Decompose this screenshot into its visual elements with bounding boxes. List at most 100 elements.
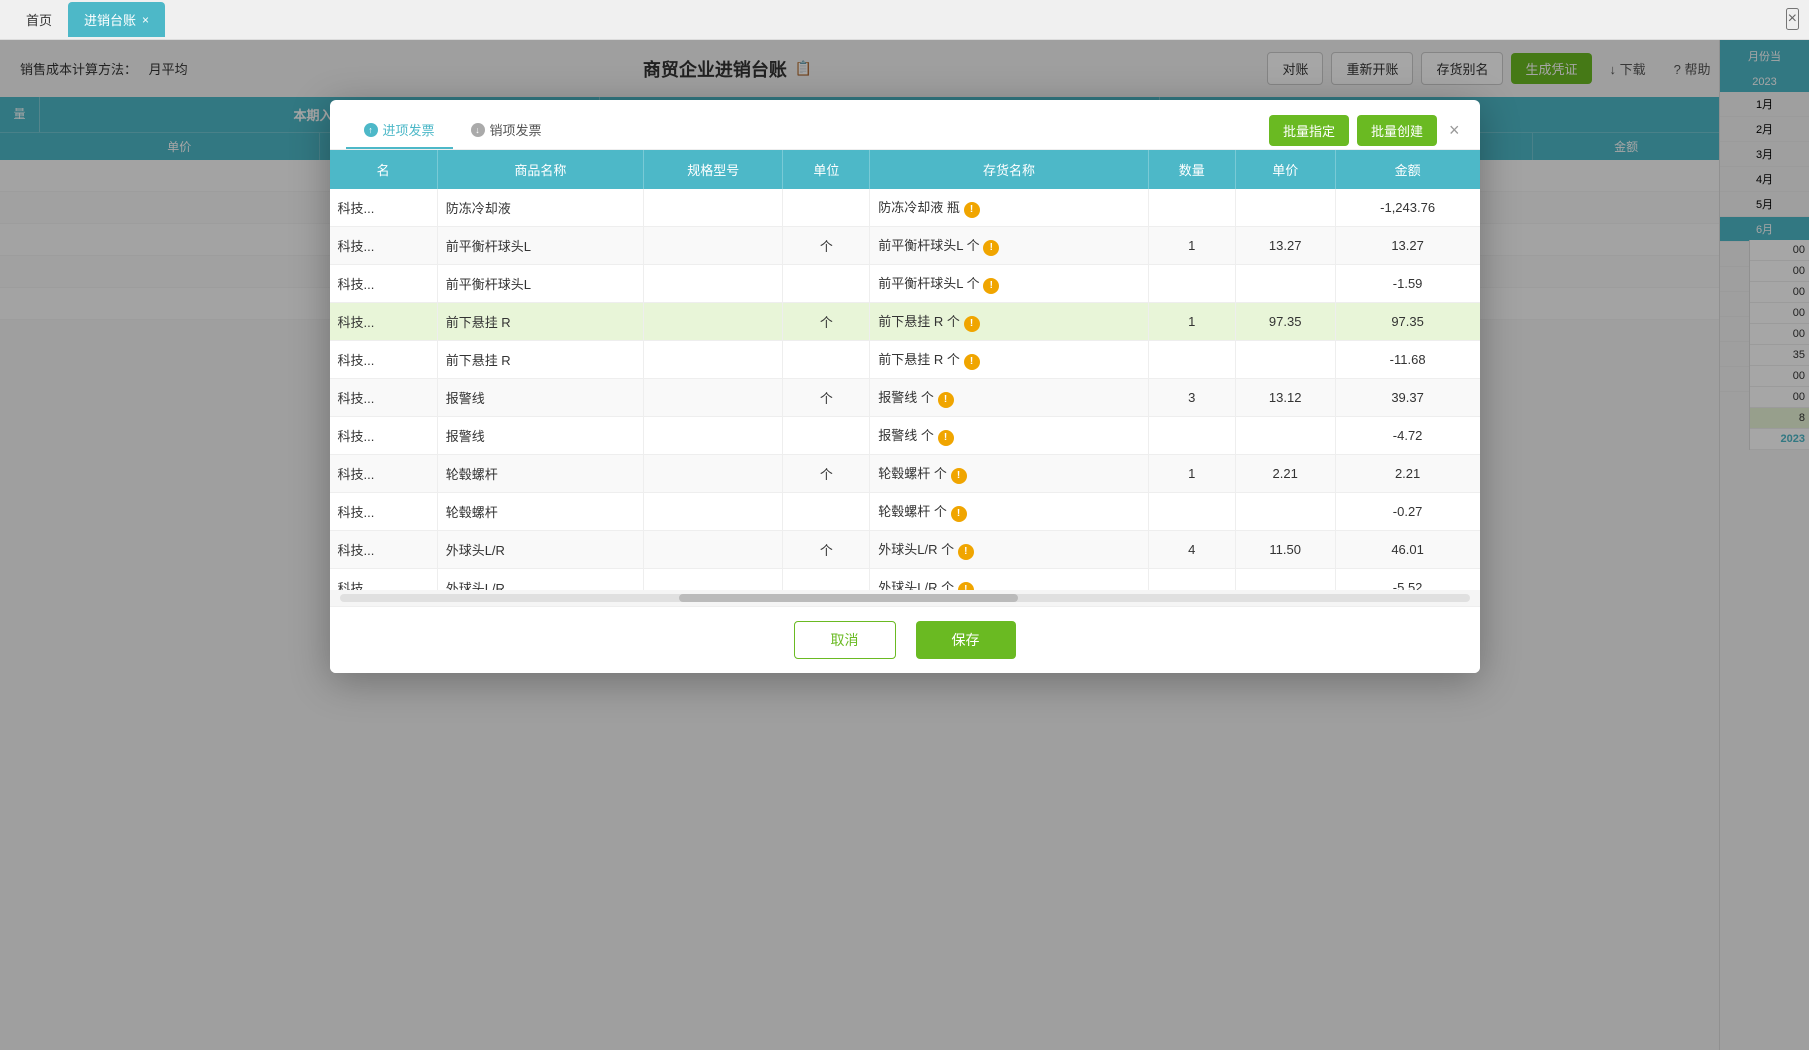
cell-product-name: 轮毂螺杆 (437, 455, 643, 493)
warning-icon: ! (964, 316, 980, 332)
cell-qty: 1 (1148, 303, 1235, 341)
cell-spec (644, 189, 783, 227)
cell-amount: 39.37 (1335, 379, 1479, 417)
col-product-name: 商品名称 (437, 150, 643, 189)
cell-price: 97.35 (1235, 303, 1335, 341)
cell-spec (644, 379, 783, 417)
cell-amount: -11.68 (1335, 341, 1479, 379)
col-name: 名 (330, 150, 438, 189)
cell-name: 科技... (330, 455, 438, 493)
cell-price (1235, 189, 1335, 227)
modal-tab-group: ↑ 进项发票 ↓ 销项发票 (346, 112, 560, 149)
cell-unit (783, 189, 870, 227)
table-row: 科技... 报警线 个 报警线 个 ! 3 13.12 39.37 (330, 379, 1480, 417)
cell-product-name: 防冻冷却液 (437, 189, 643, 227)
tab-incoming-invoice[interactable]: ↑ 进项发票 (346, 112, 453, 149)
cell-spec (644, 341, 783, 379)
table-row: 科技... 外球头L/R 外球头L/R 个 ! -5.52 (330, 569, 1480, 591)
cell-price (1235, 265, 1335, 303)
table-row: 科技... 外球头L/R 个 外球头L/R 个 ! 4 11.50 46.01 (330, 531, 1480, 569)
batch-assign-button[interactable]: 批量指定 (1269, 115, 1349, 146)
warning-icon: ! (983, 240, 999, 256)
tab-close-icon[interactable]: × (142, 13, 149, 27)
cell-qty: 4 (1148, 531, 1235, 569)
cell-amount: -4.72 (1335, 417, 1479, 455)
cell-price: 2.21 (1235, 455, 1335, 493)
cell-unit (783, 341, 870, 379)
cancel-button[interactable]: 取消 (794, 621, 896, 659)
cell-inventory-name: 轮毂螺杆 个 ! (870, 493, 1149, 531)
cell-amount: -0.27 (1335, 493, 1479, 531)
cell-inventory-name: 前下悬挂 R 个 ! (870, 303, 1149, 341)
table-row: 科技... 前平衡杆球头L 个 前平衡杆球头L 个 ! 1 13.27 13.2… (330, 227, 1480, 265)
cell-unit: 个 (783, 227, 870, 265)
modal-table-wrapper: 名 商品名称 规格型号 单位 存货名称 数量 单价 金额 科技... 防冻冷却液 (330, 150, 1480, 590)
cell-unit: 个 (783, 531, 870, 569)
cell-amount: -5.52 (1335, 569, 1479, 591)
cell-amount: 97.35 (1335, 303, 1479, 341)
modal-close-button[interactable]: × (1445, 120, 1464, 141)
warning-icon: ! (938, 430, 954, 446)
modal-overlay: ↑ 进项发票 ↓ 销项发票 批量指定 批量创建 × (0, 40, 1809, 1050)
cell-name: 科技... (330, 265, 438, 303)
cell-unit (783, 493, 870, 531)
warning-icon: ! (958, 544, 974, 560)
cell-amount: 46.01 (1335, 531, 1479, 569)
cell-product-name: 前下悬挂 R (437, 341, 643, 379)
cell-inventory-name: 外球头L/R 个 ! (870, 531, 1149, 569)
cell-price: 13.12 (1235, 379, 1335, 417)
cell-qty: 1 (1148, 227, 1235, 265)
window-close-button[interactable]: × (1786, 8, 1799, 30)
col-inventory-name: 存货名称 (870, 150, 1149, 189)
cell-qty: 1 (1148, 455, 1235, 493)
tab-home[interactable]: 首页 (10, 2, 68, 37)
cell-price: 13.27 (1235, 227, 1335, 265)
cell-product-name: 外球头L/R (437, 569, 643, 591)
invoice-modal: ↑ 进项发票 ↓ 销项发票 批量指定 批量创建 × (330, 100, 1480, 673)
cell-spec (644, 417, 783, 455)
cell-inventory-name: 报警线 个 ! (870, 379, 1149, 417)
warning-icon: ! (951, 468, 967, 484)
outgoing-tab-icon: ↓ (471, 123, 485, 137)
cell-name: 科技... (330, 569, 438, 591)
table-row: 科技... 前下悬挂 R 个 前下悬挂 R 个 ! 1 97.35 97.35 (330, 303, 1480, 341)
save-button[interactable]: 保存 (916, 621, 1016, 659)
warning-icon: ! (938, 392, 954, 408)
cell-spec (644, 531, 783, 569)
cell-spec (644, 493, 783, 531)
cell-unit: 个 (783, 303, 870, 341)
cell-qty: 3 (1148, 379, 1235, 417)
modal-scrollbar[interactable] (330, 590, 1480, 606)
batch-create-button[interactable]: 批量创建 (1357, 115, 1437, 146)
incoming-tab-icon: ↑ (364, 123, 378, 137)
cell-unit (783, 417, 870, 455)
cell-price (1235, 569, 1335, 591)
cell-inventory-name: 轮毂螺杆 个 ! (870, 455, 1149, 493)
cell-spec (644, 265, 783, 303)
warning-icon: ! (983, 278, 999, 294)
warning-icon: ! (958, 582, 974, 590)
cell-name: 科技... (330, 189, 438, 227)
cell-unit (783, 265, 870, 303)
cell-name: 科技... (330, 493, 438, 531)
cell-price (1235, 417, 1335, 455)
col-price: 单价 (1235, 150, 1335, 189)
cell-spec (644, 455, 783, 493)
table-row: 科技... 前平衡杆球头L 前平衡杆球头L 个 ! -1.59 (330, 265, 1480, 303)
col-unit: 单位 (783, 150, 870, 189)
cell-product-name: 外球头L/R (437, 531, 643, 569)
warning-icon: ! (951, 506, 967, 522)
cell-qty (1148, 493, 1235, 531)
tab-outgoing-invoice[interactable]: ↓ 销项发票 (453, 112, 560, 149)
cell-amount: -1.59 (1335, 265, 1479, 303)
cell-name: 科技... (330, 379, 438, 417)
tab-ledger[interactable]: 进销台账 × (68, 2, 165, 37)
cell-inventory-name: 外球头L/R 个 ! (870, 569, 1149, 591)
cell-product-name: 报警线 (437, 379, 643, 417)
modal-footer: 取消 保存 (330, 606, 1480, 673)
table-row: 科技... 防冻冷却液 防冻冷却液 瓶 ! -1,243.76 (330, 189, 1480, 227)
cell-inventory-name: 前平衡杆球头L 个 ! (870, 227, 1149, 265)
cell-qty (1148, 417, 1235, 455)
cell-price (1235, 341, 1335, 379)
cell-inventory-name: 防冻冷却液 瓶 ! (870, 189, 1149, 227)
